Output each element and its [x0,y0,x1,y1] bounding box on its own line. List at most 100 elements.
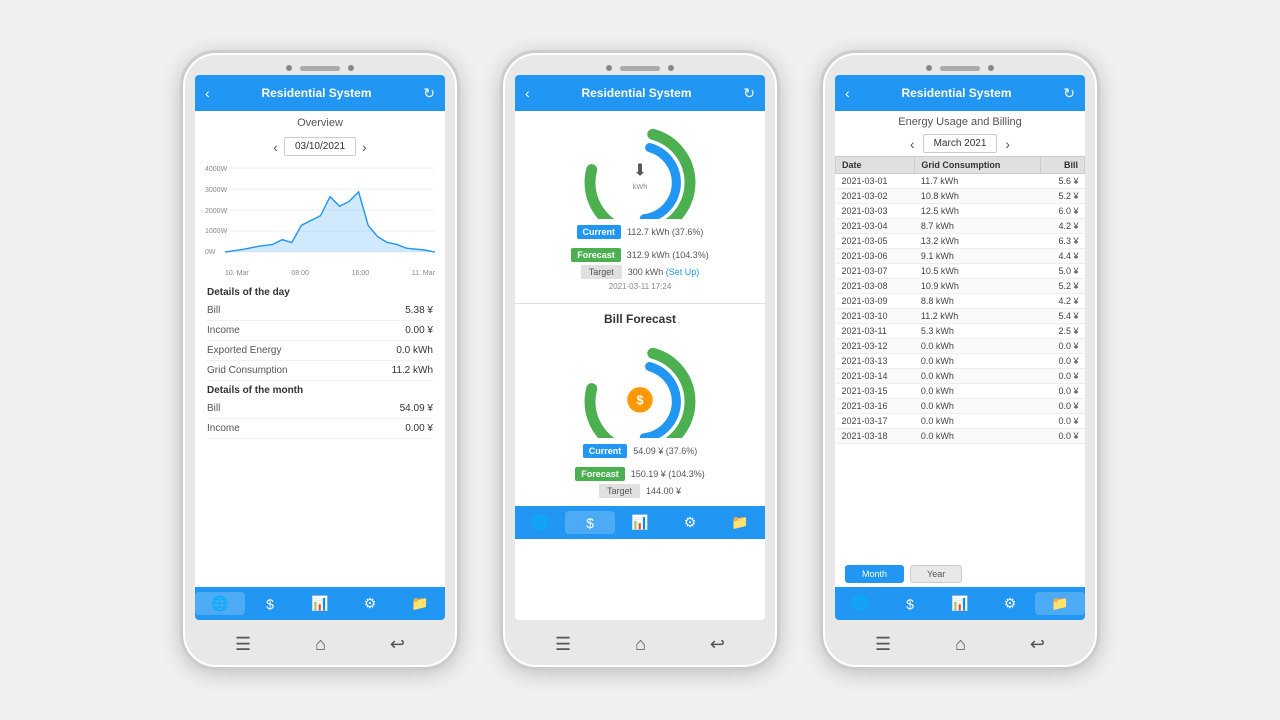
col-date: Date [836,157,915,174]
target-value: 300 kWh (Set Up) [628,267,700,277]
bill-current-chip: Current [583,444,628,458]
nav-chart-2[interactable]: 📊 [615,511,665,534]
table-row: 2021-03-180.0 kWh0.0 ¥ [836,429,1085,444]
detail-label-month-bill: Bill [207,403,220,414]
table-date-prev-btn[interactable]: ‹ [910,136,915,152]
nav-chart-3[interactable]: 📊 [935,592,985,615]
nav-dollar-2[interactable]: $ [565,511,615,534]
nav-globe-3[interactable]: 🌐 [835,592,885,615]
camera-dot-2 [606,65,612,71]
energy-forecast-row: Forecast 312.9 kWh (104.3%) [571,248,709,262]
table-date-next-btn[interactable]: › [1005,136,1010,152]
nav-folder-3[interactable]: 📁 [1035,592,1085,615]
speaker-3 [940,66,980,71]
bill-current-row: Current 54.09 ¥ (37.6%) [583,444,698,458]
detail-value-exported: 0.0 kWh [396,345,433,356]
bottom-nav-2: 🌐 $ 📊 ⚙ 📁 [515,506,765,539]
chart-svg [225,166,435,256]
phone-3-header: ‹ Residential System ↻ [835,75,1085,111]
nav-folder-2[interactable]: 📁 [715,511,765,534]
phone-1: ‹ Residential System ↻ Overview ‹ 03/10/… [180,50,460,670]
home-icon-2[interactable]: ⌂ [635,634,646,655]
home-icon-1[interactable]: ⌂ [315,634,326,655]
dollar-icon-2: $ [586,515,594,531]
refresh-icon-3[interactable]: ↻ [1063,85,1075,102]
speaker [300,66,340,71]
detail-label-grid: Grid Consumption [207,365,288,376]
nav-dollar-3[interactable]: $ [885,592,935,615]
gear-icon-2: ⚙ [684,514,697,531]
nav-folder-1[interactable]: 📁 [395,592,445,615]
table-header-row: Date Grid Consumption Bill [836,157,1085,174]
table-row: 2021-03-115.3 kWh2.5 ¥ [836,324,1085,339]
detail-value-grid: 11.2 kWh [392,365,434,376]
table-row: 2021-03-0312.5 kWh6.0 ¥ [836,204,1085,219]
forecast-chip: Forecast [571,248,621,262]
tab-year[interactable]: Year [910,565,962,583]
phone-2-title: Residential System [530,86,744,100]
nav-globe-1[interactable]: 🌐 [195,592,245,615]
detail-label-month-income: Income [207,423,240,434]
billing-table-scroll[interactable]: Date Grid Consumption Bill 2021-03-0111.… [835,156,1085,561]
detail-row-month-income: Income 0.00 ¥ [207,419,433,439]
col-grid: Grid Consumption [915,157,1041,174]
current-value: 112.7 kWh (37.6%) [627,227,703,237]
table-row: 2021-03-150.0 kWh0.0 ¥ [836,384,1085,399]
table-row: 2021-03-098.8 kWh4.2 ¥ [836,294,1085,309]
bill-forecast-row: Forecast 150.19 ¥ (104.3%) [575,467,705,481]
date-next-btn[interactable]: › [362,139,367,155]
detail-label-income: Income [207,325,240,336]
menu-icon-2[interactable]: ☰ [555,634,571,655]
nav-gear-3[interactable]: ⚙ [985,592,1035,615]
tab-month[interactable]: Month [845,565,904,583]
menu-icon-1[interactable]: ☰ [235,634,251,655]
phone-3-bottom: ☰ ⌂ ↩ [823,626,1097,655]
bill-target-row: Target 144.00 ¥ [599,484,681,498]
table-date-display: March 2021 [923,134,998,153]
home-icon-3[interactable]: ⌂ [955,634,966,655]
phone-2-header: ‹ Residential System ↻ [515,75,765,111]
overview-title: Overview [195,111,445,133]
phone-3-screen: ‹ Residential System ↻ Energy Usage and … [835,75,1085,620]
month-year-tabs: Month Year [835,561,1085,587]
detail-row-month-bill: Bill 54.09 ¥ [207,399,433,419]
phone-3-notch [823,65,1097,71]
back-nav-icon-1[interactable]: ↩ [390,634,405,655]
nav-gear-2[interactable]: ⚙ [665,511,715,534]
back-nav-icon-2[interactable]: ↩ [710,634,725,655]
phone-2-notch [503,65,777,71]
table-row: 2021-03-069.1 kWh4.4 ¥ [836,249,1085,264]
bill-target-chip: Target [599,484,640,498]
table-row: 2021-03-0111.7 kWh5.6 ¥ [836,174,1085,189]
menu-icon-3[interactable]: ☰ [875,634,891,655]
bill-forecast-value: 150.19 ¥ (104.3%) [631,469,705,479]
folder-icon-2: 📁 [731,514,748,531]
date-prev-btn[interactable]: ‹ [273,139,278,155]
gauge-section-bill: $ Current 54.09 ¥ (37.6%) Forecast 150.1… [515,330,765,506]
energy-gauge-svg: ⬇ kWh [560,119,720,219]
bill-forecast-title: Bill Forecast [515,308,765,330]
sensor-dot-3 [988,65,994,71]
globe-icon-2: 🌐 [531,514,548,531]
table-row: 2021-03-0810.9 kWh5.2 ¥ [836,279,1085,294]
phone-2-bottom: ☰ ⌂ ↩ [503,626,777,655]
bill-forecast-chip: Forecast [575,467,625,481]
table-row: 2021-03-170.0 kWh0.0 ¥ [836,414,1085,429]
nav-globe-2[interactable]: 🌐 [515,511,565,534]
bill-target-value: 144.00 ¥ [646,486,681,496]
chart-icon-2: 📊 [631,514,648,531]
nav-dollar-1[interactable]: $ [245,592,295,615]
back-nav-icon-3[interactable]: ↩ [1030,634,1045,655]
nav-chart-1[interactable]: 📊 [295,592,345,615]
table-row: 2021-03-1011.2 kWh5.4 ¥ [836,309,1085,324]
speaker-2 [620,66,660,71]
table-row: 2021-03-130.0 kWh0.0 ¥ [836,354,1085,369]
detail-value-month-bill: 54.09 ¥ [400,403,433,414]
folder-icon-1: 📁 [411,595,428,612]
refresh-icon-2[interactable]: ↻ [743,85,755,102]
billing-table: Date Grid Consumption Bill 2021-03-0111.… [835,156,1085,444]
dollar-icon-3: $ [906,596,914,612]
camera-dot [286,65,292,71]
nav-gear-1[interactable]: ⚙ [345,592,395,615]
refresh-icon[interactable]: ↻ [423,85,435,102]
